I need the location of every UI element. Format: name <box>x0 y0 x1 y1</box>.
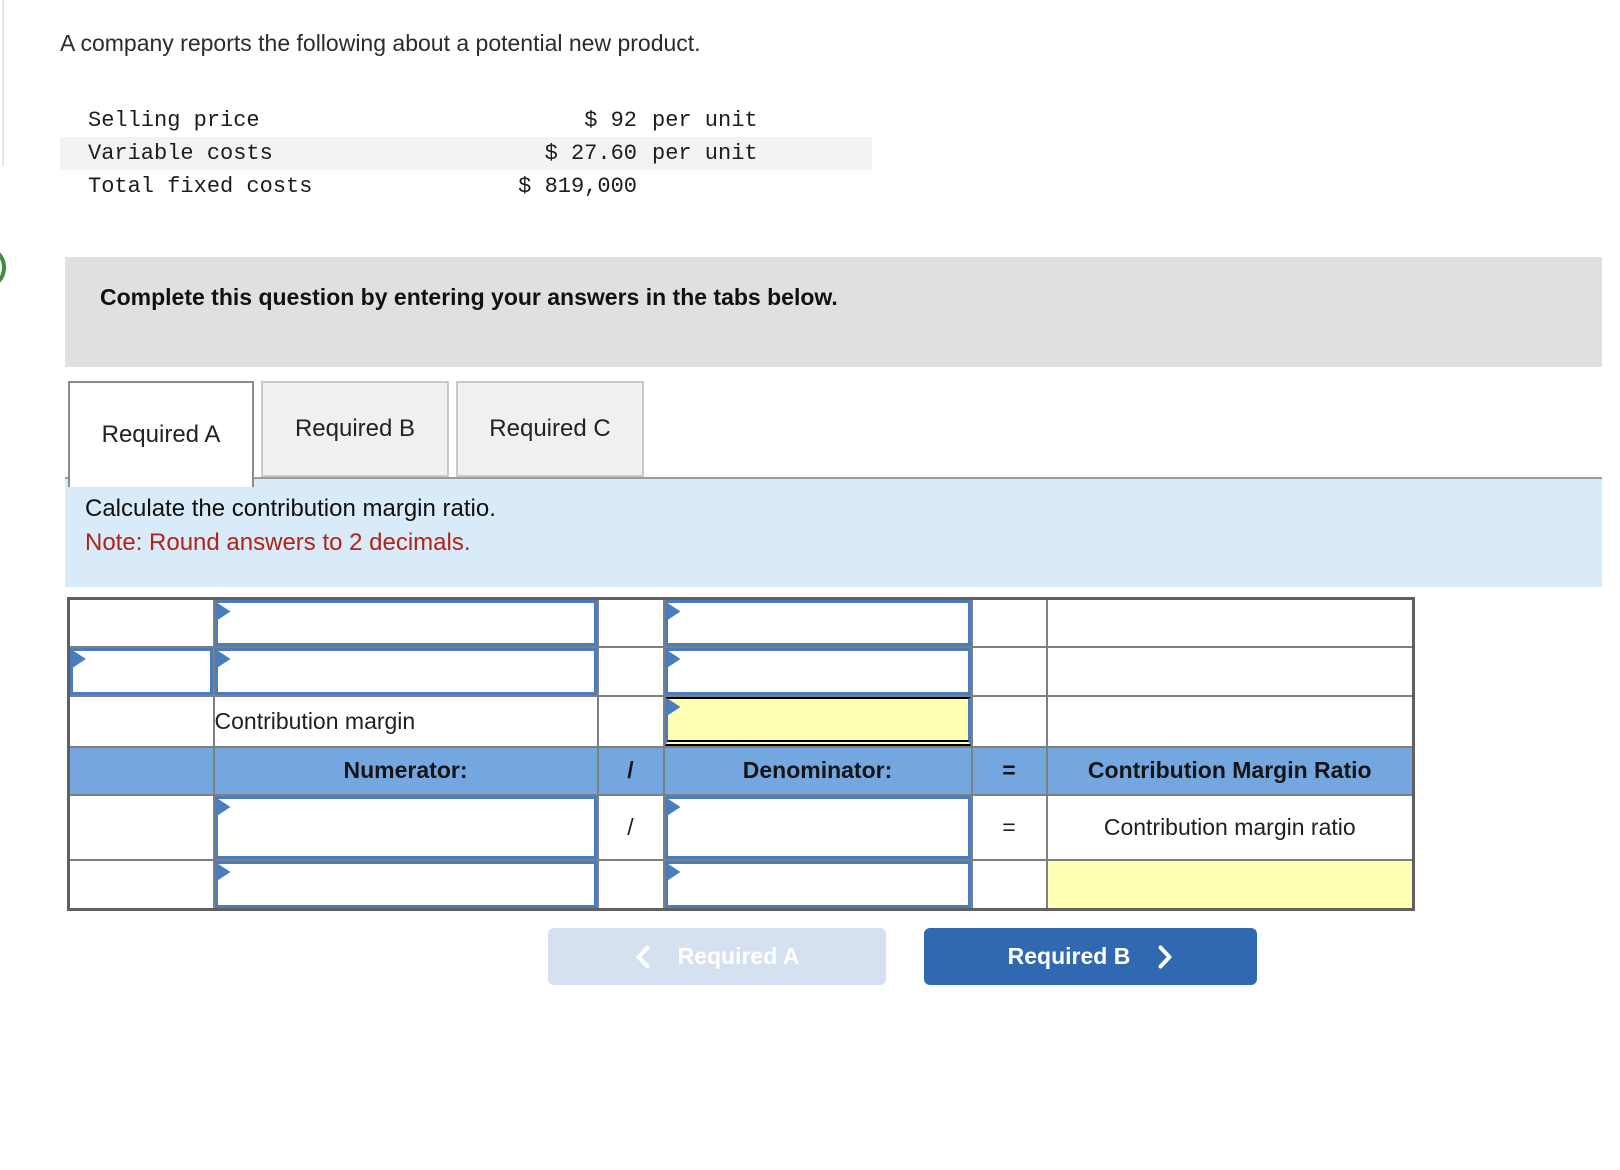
complete-question-banner: Complete this question by entering your … <box>65 257 1602 367</box>
fact-label: Total fixed costs <box>88 174 313 199</box>
input-denominator-value[interactable] <box>664 795 971 859</box>
input-r2c4[interactable] <box>664 647 971 695</box>
fact-value: $ 819,000 <box>518 174 637 199</box>
header-ratio: Contribution Margin Ratio <box>1045 745 1415 796</box>
cell-r2c2 <box>212 645 599 697</box>
ratio-row-label: Contribution margin ratio <box>1045 793 1415 861</box>
cell-marker-icon <box>667 798 681 816</box>
prev-button-label: Required A <box>677 943 800 969</box>
fact-row: Total fixed costs $ 819,000 <box>60 170 872 203</box>
cell-numerator-value <box>212 793 599 861</box>
fact-label: Selling price <box>88 108 260 133</box>
cell-marker-icon <box>73 650 86 668</box>
input-numerator-value[interactable] <box>214 795 597 859</box>
fact-value: $ 27.60 <box>544 141 637 166</box>
empty-cell <box>596 645 665 697</box>
instruction-text: Calculate the contribution margin ratio. <box>85 495 496 522</box>
empty-cell <box>1045 645 1415 697</box>
fact-unit: per unit <box>652 108 758 133</box>
cell-marker-icon <box>217 798 231 816</box>
header-denominator: Denominator: <box>662 745 973 796</box>
empty-cell <box>1045 694 1415 748</box>
instruction-panel: Calculate the contribution margin ratio.… <box>65 477 1602 587</box>
chevron-left-icon <box>636 945 650 968</box>
facts-table: Selling price $ 92 per unit Variable cos… <box>60 104 872 203</box>
cell-marker-icon <box>667 603 681 620</box>
tab-required-c[interactable]: Required C <box>456 381 644 477</box>
cell-marker-icon <box>217 863 231 881</box>
question-intro: A company reports the following about a … <box>60 30 701 56</box>
empty-cell <box>1045 597 1415 648</box>
fact-value: $ 92 <box>584 108 637 133</box>
divide-sign: / <box>596 793 665 861</box>
input-r1c4[interactable] <box>664 600 971 646</box>
cell-r6c2 <box>212 858 599 911</box>
empty-cell <box>67 597 215 648</box>
fact-row: Selling price $ 92 per unit <box>60 104 872 137</box>
empty-cell <box>596 858 665 911</box>
required-tabs: Required A Required B Required C <box>68 381 644 487</box>
input-r1c2[interactable] <box>214 600 597 646</box>
empty-cell <box>970 645 1048 697</box>
tab-required-a[interactable]: Required A <box>68 381 254 487</box>
empty-cell <box>67 694 215 748</box>
empty-cell <box>67 793 215 861</box>
empty-cell <box>67 858 215 911</box>
input-r2c1[interactable] <box>70 647 213 695</box>
empty-cell <box>596 694 665 748</box>
cell-marker-icon <box>667 698 681 716</box>
panel-edge-divider <box>2 0 4 166</box>
input-ratio-result[interactable] <box>1045 858 1415 911</box>
next-button-label: Required B <box>1007 943 1131 969</box>
header-divide-sign: / <box>596 745 665 796</box>
input-denominator-value-2[interactable] <box>664 860 971 908</box>
fact-row: Variable costs $ 27.60 per unit <box>60 137 872 170</box>
cell-marker-icon <box>667 650 681 668</box>
next-required-b-button[interactable]: Required B <box>924 928 1257 985</box>
prev-required-a-button[interactable]: Required A <box>548 928 886 985</box>
tab-navigation: Required A Required B <box>548 928 1257 985</box>
input-contribution-margin-total[interactable] <box>664 696 971 746</box>
empty-cell <box>970 694 1048 748</box>
answer-worksheet: Contribution margin Numerator: / Denomin… <box>67 597 1415 911</box>
input-numerator-value-2[interactable] <box>214 860 597 908</box>
empty-cell <box>970 858 1048 911</box>
cell-r3c4 <box>662 694 973 748</box>
cell-denominator-value <box>662 793 973 861</box>
cell-marker-icon <box>667 863 681 881</box>
cell-r1c2 <box>212 597 599 648</box>
input-r2c2[interactable] <box>214 647 597 695</box>
instruction-note: Note: Round answers to 2 decimals. <box>85 529 471 556</box>
green-circle-icon <box>0 245 6 290</box>
fact-label: Variable costs <box>88 141 273 166</box>
cell-marker-icon <box>217 603 231 620</box>
cell-marker-icon <box>217 650 231 668</box>
cell-r2c4 <box>662 645 973 697</box>
empty-cell <box>596 597 665 648</box>
fact-unit: per unit <box>652 141 758 166</box>
cell-r6c4 <box>662 858 973 911</box>
tab-required-b[interactable]: Required B <box>261 381 449 477</box>
header-numerator: Numerator: <box>212 745 599 796</box>
equals-sign: = <box>970 793 1048 861</box>
empty-cell <box>970 597 1048 648</box>
header-equals-sign: = <box>970 745 1048 796</box>
cell-r2c1 <box>67 645 215 697</box>
chevron-right-icon <box>1158 945 1172 968</box>
header-blank-cell <box>67 745 215 796</box>
cell-r1c4 <box>662 597 973 648</box>
contribution-margin-label: Contribution margin <box>212 694 599 748</box>
